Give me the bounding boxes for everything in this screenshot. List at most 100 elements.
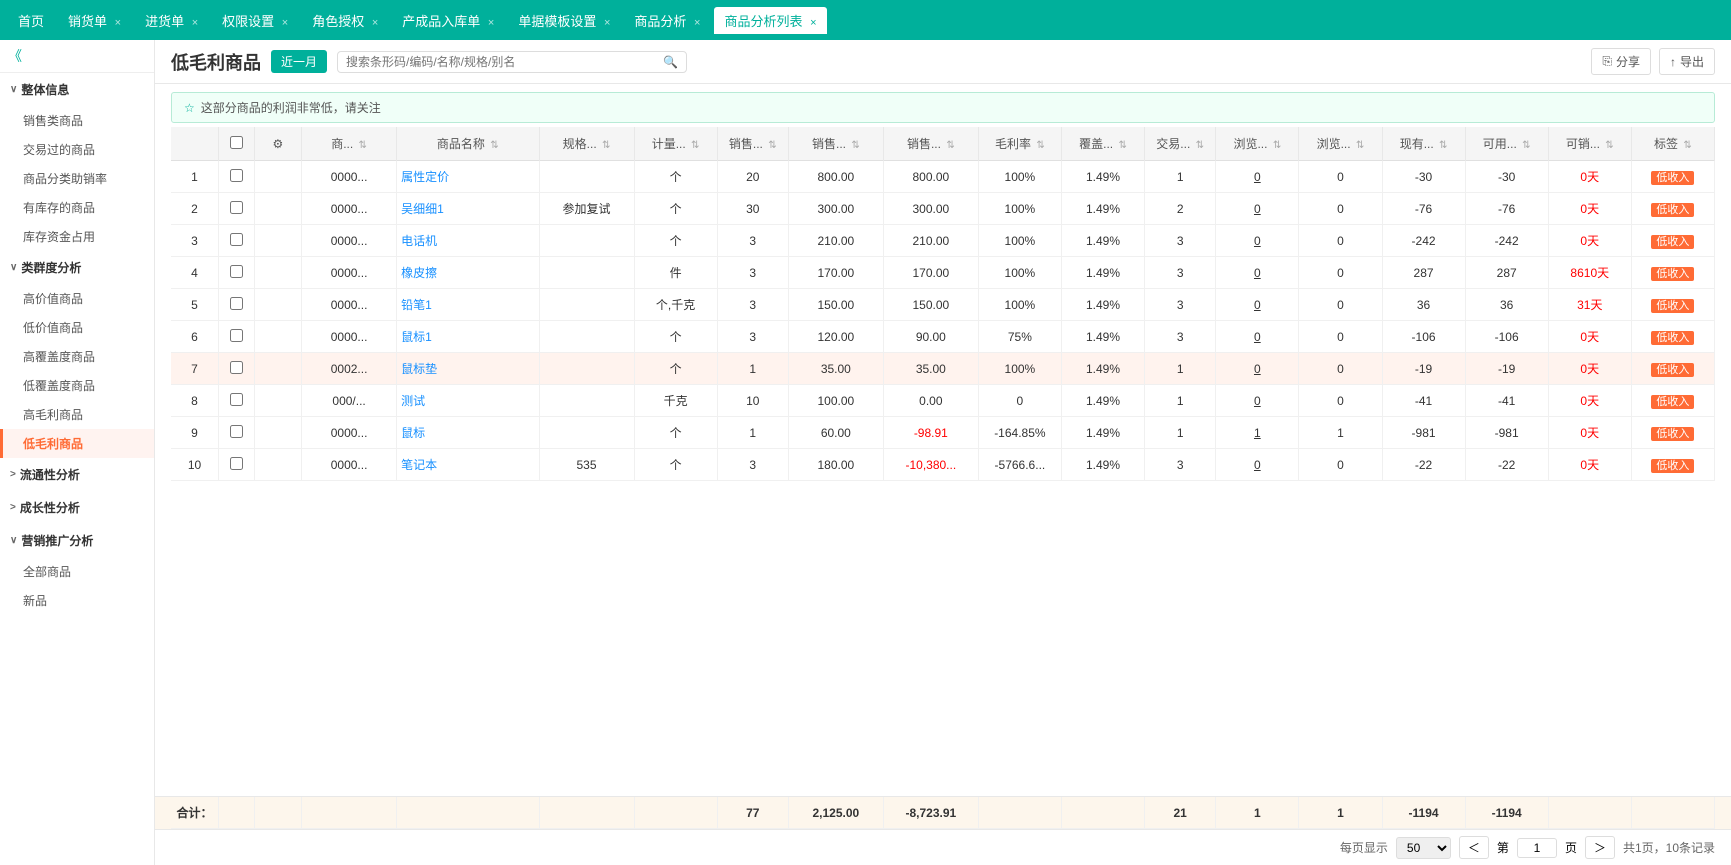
search-icon[interactable]: 🔍: [663, 55, 678, 69]
prev-page-button[interactable]: ＜: [1459, 836, 1489, 859]
col-header-current-stock[interactable]: 现有... ⇅: [1382, 127, 1465, 161]
page-number-input[interactable]: [1517, 838, 1557, 858]
row-checkbox[interactable]: [230, 297, 243, 310]
cell-check[interactable]: [218, 289, 254, 321]
col-header-cover-rate[interactable]: 覆盖... ⇅: [1061, 127, 1144, 161]
cell-check[interactable]: [218, 193, 254, 225]
sidebar-item-low-margin[interactable]: 低毛利商品: [0, 429, 154, 458]
next-page-button[interactable]: ＞: [1585, 836, 1615, 859]
sidebar-group-growth[interactable]: > 成长性分析: [0, 491, 154, 524]
col-header-index: [171, 127, 218, 161]
row-checkbox[interactable]: [230, 265, 243, 278]
cell-check[interactable]: [218, 417, 254, 449]
row-checkbox[interactable]: [230, 457, 243, 470]
search-input[interactable]: [346, 55, 663, 69]
nav-roles[interactable]: 角色授权 ×: [302, 7, 388, 34]
col-header-tag[interactable]: 标签 ⇅: [1631, 127, 1714, 161]
cell-sales-price: 120.00: [788, 321, 883, 353]
cell-browse2: 0: [1299, 321, 1382, 353]
sidebar-item-sales-products[interactable]: 销售类商品: [0, 106, 154, 135]
col-header-sales-amt[interactable]: 销售... ⇅: [883, 127, 978, 161]
sidebar-group-overall[interactable]: ∨ 整体信息: [0, 73, 154, 106]
cell-check[interactable]: [218, 353, 254, 385]
cell-name[interactable]: 鼠标1: [397, 321, 539, 353]
row-checkbox[interactable]: [230, 201, 243, 214]
period-button[interactable]: 近一月: [271, 50, 327, 73]
cell-check[interactable]: [218, 257, 254, 289]
cell-name[interactable]: 铅笔1: [397, 289, 539, 321]
sidebar-item-all-products[interactable]: 全部商品: [0, 557, 154, 586]
cell-settings: [254, 225, 301, 257]
col-header-browse1[interactable]: 浏览... ⇅: [1216, 127, 1299, 161]
row-checkbox[interactable]: [230, 393, 243, 406]
cell-name[interactable]: 吴细细1: [397, 193, 539, 225]
cell-name[interactable]: 鼠标垫: [397, 353, 539, 385]
cell-sales-amt: 0.00: [883, 385, 978, 417]
cell-check[interactable]: [218, 161, 254, 193]
share-button[interactable]: ⎘ 分享: [1591, 48, 1651, 75]
close-sales-icon[interactable]: ×: [115, 17, 121, 29]
sidebar-item-low-value[interactable]: 低价值商品: [0, 313, 154, 342]
row-checkbox[interactable]: [230, 169, 243, 182]
close-finished-icon[interactable]: ×: [488, 17, 494, 29]
cell-check[interactable]: [218, 321, 254, 353]
cell-name[interactable]: 电话机: [397, 225, 539, 257]
col-header-sellable-days[interactable]: 可销... ⇅: [1548, 127, 1631, 161]
sidebar-item-new-products[interactable]: 新品: [0, 586, 154, 615]
cell-name[interactable]: 橡皮擦: [397, 257, 539, 289]
col-header-spec[interactable]: 规格... ⇅: [539, 127, 634, 161]
col-header-gross-rate[interactable]: 毛利率 ⇅: [978, 127, 1061, 161]
cell-sales-price: 210.00: [788, 225, 883, 257]
sidebar-item-high-margin[interactable]: 高毛利商品: [0, 400, 154, 429]
close-template-icon[interactable]: ×: [604, 17, 610, 29]
col-header-sales-qty[interactable]: 销售... ⇅: [717, 127, 788, 161]
page-size-select[interactable]: 20 50 100 200: [1396, 837, 1451, 859]
sidebar-item-high-coverage[interactable]: 高覆盖度商品: [0, 342, 154, 371]
sidebar-item-low-coverage[interactable]: 低覆盖度商品: [0, 371, 154, 400]
nav-analysis-list[interactable]: 商品分析列表 ×: [714, 7, 826, 34]
col-header-avail-stock[interactable]: 可用... ⇅: [1465, 127, 1548, 161]
close-permissions-icon[interactable]: ×: [282, 17, 288, 29]
nav-sales[interactable]: 销货单 ×: [58, 7, 131, 34]
col-header-code[interactable]: 商... ⇅: [302, 127, 397, 161]
cell-name[interactable]: 笔记本: [397, 449, 539, 481]
close-purchase-icon[interactable]: ×: [192, 17, 198, 29]
nav-template-settings[interactable]: 单据模板设置 ×: [508, 7, 620, 34]
nav-home[interactable]: 首页: [8, 7, 54, 34]
nav-permissions[interactable]: 权限设置 ×: [212, 7, 298, 34]
cell-check[interactable]: [218, 449, 254, 481]
collapse-sidebar-btn[interactable]: 《: [8, 46, 22, 66]
row-checkbox[interactable]: [230, 361, 243, 374]
sidebar-item-category-assist[interactable]: 商品分类助销率: [0, 164, 154, 193]
export-button[interactable]: ↑ 导出: [1659, 48, 1715, 75]
col-header-trade-cnt[interactable]: 交易... ⇅: [1145, 127, 1216, 161]
row-checkbox[interactable]: [230, 233, 243, 246]
cell-check[interactable]: [218, 225, 254, 257]
nav-finished-goods[interactable]: 产成品入库单 ×: [392, 7, 504, 34]
sidebar-item-stock-products[interactable]: 有库存的商品: [0, 193, 154, 222]
cell-current-stock: -41: [1382, 385, 1465, 417]
cell-name[interactable]: 属性定价: [397, 161, 539, 193]
sidebar-group-cluster[interactable]: ∨ 类群度分析: [0, 251, 154, 284]
cell-check[interactable]: [218, 385, 254, 417]
col-header-browse2[interactable]: 浏览... ⇅: [1299, 127, 1382, 161]
sidebar-group-marketing[interactable]: ∨ 营销推广分析: [0, 524, 154, 557]
col-header-unit[interactable]: 计量... ⇅: [634, 127, 717, 161]
select-all-checkbox[interactable]: [230, 136, 243, 149]
sidebar-group-liquidity[interactable]: > 流通性分析: [0, 458, 154, 491]
sidebar-item-high-value[interactable]: 高价值商品: [0, 284, 154, 313]
col-header-sales-price[interactable]: 销售... ⇅: [788, 127, 883, 161]
col-header-name[interactable]: 商品名称 ⇅: [397, 127, 539, 161]
row-checkbox[interactable]: [230, 425, 243, 438]
close-analysis-list-icon[interactable]: ×: [810, 17, 816, 29]
cell-name[interactable]: 测试: [397, 385, 539, 417]
close-roles-icon[interactable]: ×: [372, 17, 378, 29]
nav-product-analysis[interactable]: 商品分析 ×: [624, 7, 710, 34]
close-analysis-icon[interactable]: ×: [694, 17, 700, 29]
cell-spec: [539, 385, 634, 417]
cell-name[interactable]: 鼠标: [397, 417, 539, 449]
sidebar-item-traded-products[interactable]: 交易过的商品: [0, 135, 154, 164]
row-checkbox[interactable]: [230, 329, 243, 342]
sidebar-item-stock-capital[interactable]: 库存资金占用: [0, 222, 154, 251]
nav-purchase[interactable]: 进货单 ×: [135, 7, 208, 34]
